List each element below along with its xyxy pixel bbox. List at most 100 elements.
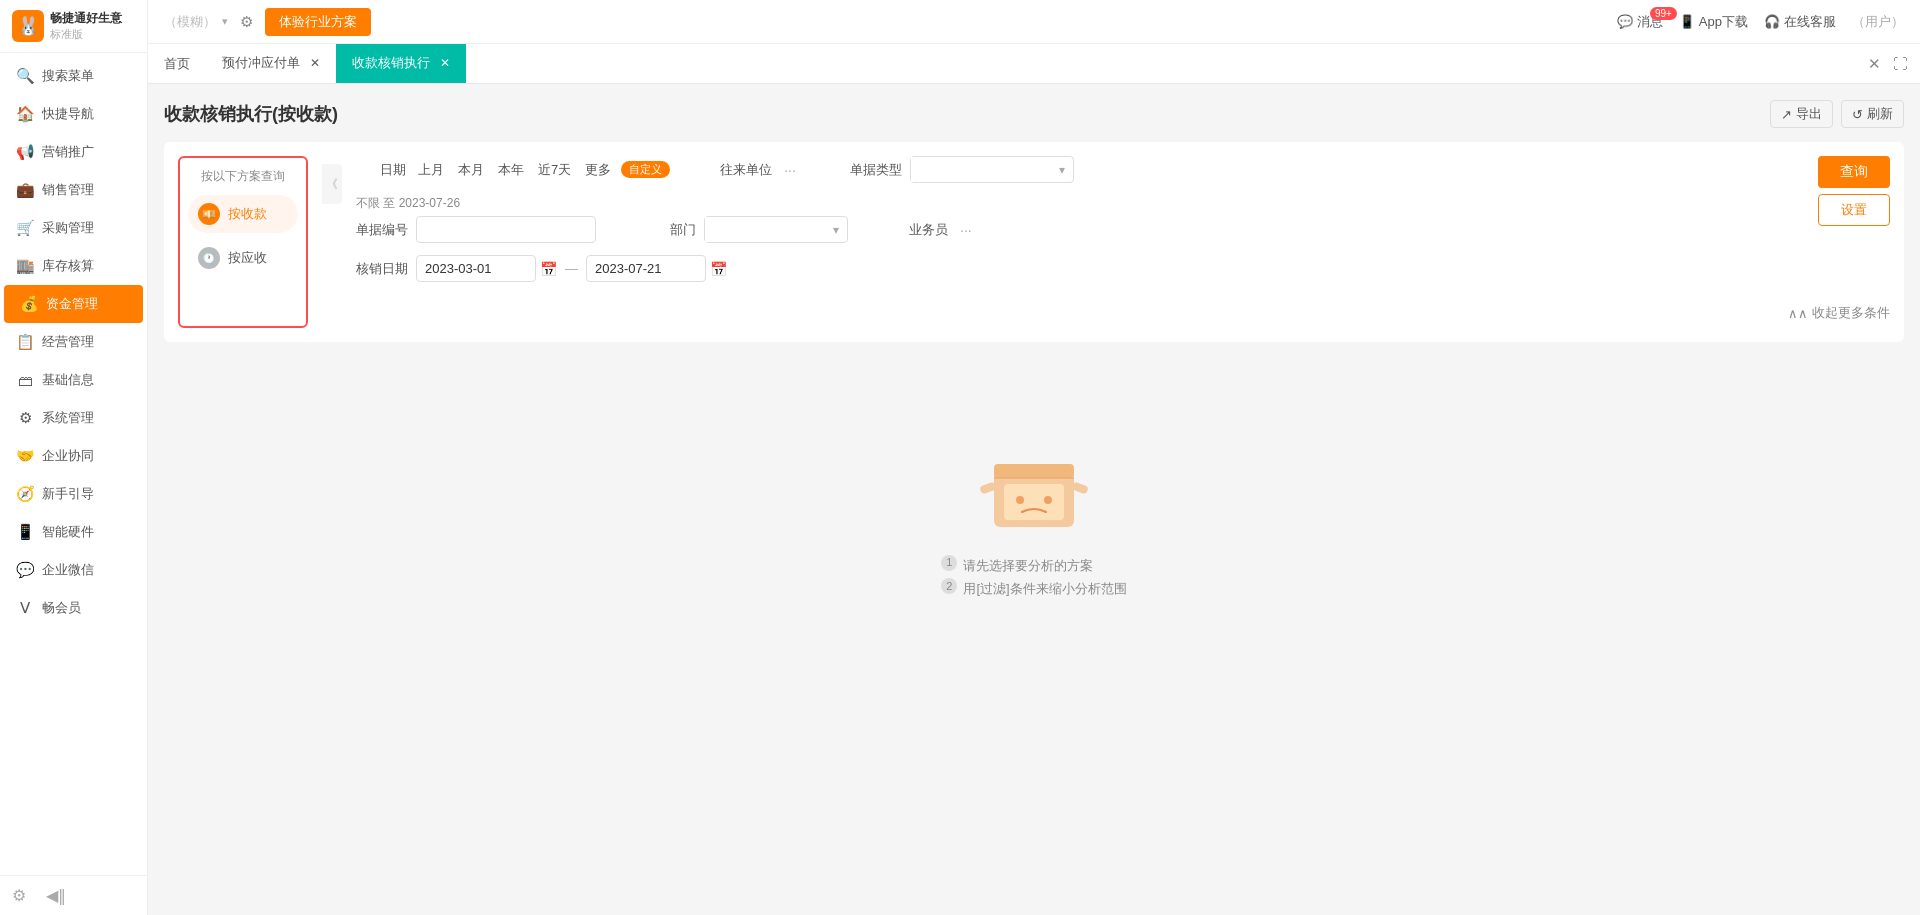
doc-type-chevron-icon[interactable]: ▾ xyxy=(1051,163,1073,177)
date-custom-badge[interactable]: 自定义 xyxy=(621,161,670,178)
sidebar-item-guide[interactable]: 🧭 新手引导 xyxy=(0,475,147,513)
query-button[interactable]: 查询 xyxy=(1818,156,1890,188)
doc-no-group: 单据编号 xyxy=(356,216,596,243)
search-icon: 🔍 xyxy=(16,67,34,85)
counterpart-dots-btn[interactable]: ··· xyxy=(780,162,800,178)
step1-text: 请先选择要分析的方案 xyxy=(963,554,1093,577)
sidebar-item-wechat[interactable]: 💬 企业微信 xyxy=(0,551,147,589)
collapse-sidebar-icon[interactable]: ◀‖ xyxy=(46,886,66,905)
sidebar-item-enterprise[interactable]: 🤝 企业协同 xyxy=(0,437,147,475)
content-area: 收款核销执行(按收款) ↗ 导出 ↺ 刷新 按以下方案查询 xyxy=(148,84,1920,915)
filter-option-by-receipt-label: 按收款 xyxy=(228,205,267,223)
sidebar-item-member[interactable]: Ⅴ 畅会员 xyxy=(0,589,147,627)
sidebar-item-system[interactable]: ⚙ 系统管理 xyxy=(0,399,147,437)
header-right: 💬 消息 99+ 📱 App下载 🎧 在线客服 （用户） xyxy=(1617,13,1904,31)
solution-button[interactable]: 体验行业方案 xyxy=(265,8,371,36)
funds-icon: 💰 xyxy=(20,295,38,313)
collapse-more-label: 收起更多条件 xyxy=(1812,304,1890,322)
top-header: （模糊） ▾ ⚙ 体验行业方案 💬 消息 99+ 📱 App下载 🎧 在线客服 … xyxy=(148,0,1920,44)
tab-prepay-label: 预付冲应付单 xyxy=(222,54,300,72)
sidebar-item-hardware[interactable]: 📱 智能硬件 xyxy=(0,513,147,551)
sidebar-item-sales-label: 销售管理 xyxy=(42,181,94,199)
wechat-icon: 💬 xyxy=(16,561,34,579)
header-message[interactable]: 💬 消息 99+ xyxy=(1617,13,1663,31)
verify-date-start-calendar-icon[interactable]: 📅 xyxy=(540,261,557,277)
date-separator: — xyxy=(565,261,578,276)
date-btn-last-month[interactable]: 上月 xyxy=(414,159,448,181)
tab-actions: ✕ ⛶ xyxy=(1864,44,1920,83)
page-title-bar: 收款核销执行(按收款) ↗ 导出 ↺ 刷新 xyxy=(164,100,1904,128)
dept-label: 部门 xyxy=(646,221,696,239)
dept-select[interactable]: ▾ xyxy=(704,216,848,243)
tab-prepay[interactable]: 预付冲应付单 ✕ xyxy=(206,44,336,83)
tab-expand-button[interactable]: ⛶ xyxy=(1889,51,1912,76)
header-gear-icon[interactable]: ⚙ xyxy=(240,13,253,31)
header-brand: （模糊） ▾ xyxy=(164,13,228,31)
settings-bottom-icon[interactable]: ⚙ xyxy=(12,886,26,905)
system-icon: ⚙ xyxy=(16,409,34,427)
sidebar-item-quick-nav-label: 快捷导航 xyxy=(42,105,94,123)
export-label: 导出 xyxy=(1796,105,1822,123)
date-btn-7days[interactable]: 近7天 xyxy=(534,159,575,181)
sidebar-item-funds[interactable]: 💰 资金管理 xyxy=(4,285,143,323)
refresh-icon: ↺ xyxy=(1852,107,1863,122)
settings-button[interactable]: 设置 xyxy=(1818,194,1890,226)
header-app-download[interactable]: 📱 App下载 xyxy=(1679,13,1748,31)
sidebar-item-search[interactable]: 🔍 搜索菜单 xyxy=(0,57,147,95)
date-btn-this-year[interactable]: 本年 xyxy=(494,159,528,181)
filter-option-by-receivable[interactable]: 🕐 按应收 xyxy=(188,239,298,277)
empty-state: 1 请先选择要分析的方案 2 用[过滤]条件来缩小分析范围 xyxy=(164,342,1904,681)
logo-badge: 标准版 xyxy=(50,27,122,42)
dept-input[interactable] xyxy=(705,217,825,242)
search-panel: 按以下方案查询 💴 按收款 🕐 按应收 《 xyxy=(164,142,1904,342)
sidebar-item-ops[interactable]: 📋 经营管理 xyxy=(0,323,147,361)
tab-bar: 首页 预付冲应付单 ✕ 收款核销执行 ✕ ✕ ⛶ xyxy=(148,44,1920,84)
export-button[interactable]: ↗ 导出 xyxy=(1770,100,1833,128)
sidebar-item-purchase[interactable]: 🛒 采购管理 xyxy=(0,209,147,247)
sidebar-item-ops-label: 经营管理 xyxy=(42,333,94,351)
doc-no-input[interactable] xyxy=(416,216,596,243)
sidebar-item-sales[interactable]: 💼 销售管理 xyxy=(0,171,147,209)
filter-option-by-receipt[interactable]: 💴 按收款 xyxy=(188,195,298,233)
filter-option-by-receivable-label: 按应收 xyxy=(228,249,267,267)
doc-type-select[interactable]: ▾ xyxy=(910,156,1074,183)
date-group: 日期 上月 本月 本年 近7天 更多 自定义 xyxy=(356,159,670,181)
sidebar-item-inventory[interactable]: 🏬 库存核算 xyxy=(0,247,147,285)
tab-receipts[interactable]: 收款核销执行 ✕ xyxy=(336,44,466,83)
verify-date-start-input[interactable] xyxy=(416,255,536,282)
header-service[interactable]: 🎧 在线客服 xyxy=(1764,13,1836,31)
main-area: （模糊） ▾ ⚙ 体验行业方案 💬 消息 99+ 📱 App下载 🎧 在线客服 … xyxy=(148,0,1920,915)
staff-dots-btn[interactable]: ··· xyxy=(956,222,976,238)
brand-chevron-icon[interactable]: ▾ xyxy=(222,15,228,28)
verify-date-end-calendar-icon[interactable]: 📅 xyxy=(710,261,727,277)
step2-num: 2 xyxy=(941,578,957,594)
tab-home[interactable]: 首页 xyxy=(148,44,206,83)
tab-prepay-close-icon[interactable]: ✕ xyxy=(310,56,320,70)
refresh-button[interactable]: ↺ 刷新 xyxy=(1841,100,1904,128)
sidebar-item-basic-info[interactable]: 🗃 基础信息 xyxy=(0,361,147,399)
date-btn-this-month[interactable]: 本月 xyxy=(454,159,488,181)
header-user[interactable]: （用户） xyxy=(1852,13,1904,31)
doc-type-input[interactable] xyxy=(911,157,1051,182)
filter-collapse-button[interactable]: 《 xyxy=(322,164,342,204)
sidebar: 🐰 畅捷通好生意 标准版 🔍 搜索菜单 🏠 快捷导航 📢 营销推广 💼 销售管理… xyxy=(0,0,148,915)
tab-close-button[interactable]: ✕ xyxy=(1864,51,1885,77)
date-no-limit-text: 不限 至 2023-07-26 xyxy=(356,195,1802,212)
sidebar-item-quick-nav[interactable]: 🏠 快捷导航 xyxy=(0,95,147,133)
sidebar-item-funds-label: 资金管理 xyxy=(46,295,98,313)
by-receivable-icon: 🕐 xyxy=(198,247,220,269)
app-icon: 📱 xyxy=(1679,14,1695,29)
svg-point-4 xyxy=(1016,496,1024,504)
page-wrapper: 收款核销执行(按收款) ↗ 导出 ↺ 刷新 按以下方案查询 xyxy=(148,84,1920,697)
verify-date-end-input[interactable] xyxy=(586,255,706,282)
date-btn-more[interactable]: 更多 xyxy=(581,159,615,181)
svg-rect-3 xyxy=(1004,484,1064,520)
sidebar-item-marketing[interactable]: 📢 营销推广 xyxy=(0,133,147,171)
dept-chevron-icon[interactable]: ▾ xyxy=(825,223,847,237)
search-form: 日期 上月 本月 本年 近7天 更多 自定义 xyxy=(356,156,1890,328)
sidebar-bottom: ⚙ ◀‖ xyxy=(0,875,147,915)
tab-receipts-close-icon[interactable]: ✕ xyxy=(440,56,450,70)
sidebar-item-system-label: 系统管理 xyxy=(42,409,94,427)
staff-group: 业务员 ··· xyxy=(898,221,976,239)
collapse-more-button[interactable]: ∧∧ 收起更多条件 xyxy=(356,298,1890,328)
